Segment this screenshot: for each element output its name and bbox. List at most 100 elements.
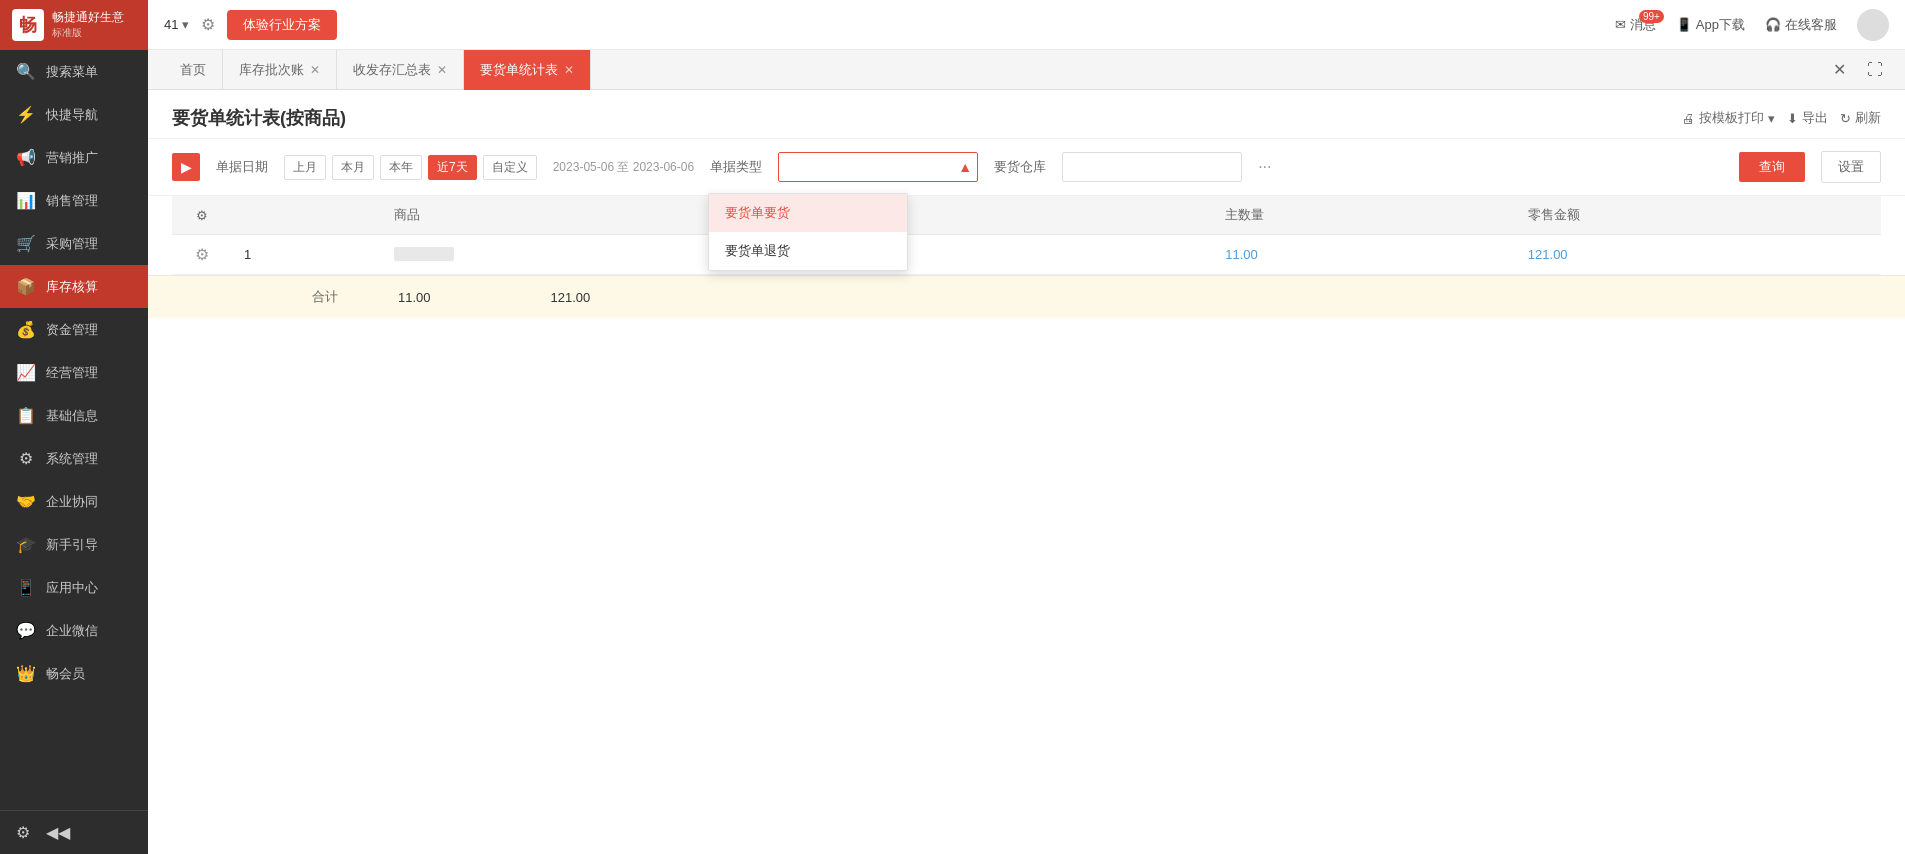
tab-0[interactable]: 首页 <box>164 50 223 90</box>
store-number: 41 <box>164 17 178 32</box>
this-year-button[interactable]: 本年 <box>380 155 422 180</box>
message-icon: ✉ <box>1615 17 1626 32</box>
print-icon: 🖨 <box>1682 111 1695 126</box>
online-service-button[interactable]: 🎧 在线客服 <box>1765 16 1837 34</box>
settings-icon[interactable]: ⚙ <box>16 823 30 842</box>
type-input[interactable] <box>778 152 978 182</box>
footer-amount: 121.00 <box>491 290 651 305</box>
sidebar-scroll: 🔍 搜索菜单 ⚡ 快捷导航 📢 营销推广 📊 销售管理 🛒 采购管理 📦 库存核… <box>0 50 148 810</box>
filter-settings-button[interactable]: 设置 <box>1821 151 1881 183</box>
sidebar-item-icon-3: 📊 <box>16 191 36 210</box>
sidebar-item-label-2: 营销推广 <box>46 149 98 167</box>
tabs-actions: ✕ ⛶ <box>1825 56 1889 84</box>
dropdown-item-0[interactable]: 要货单要货 <box>709 194 907 232</box>
app-download-button[interactable]: 📱 App下载 <box>1676 16 1745 34</box>
fullscreen-icon[interactable]: ⛶ <box>1861 56 1889 84</box>
row-quantity-0[interactable]: 11.00 <box>1213 235 1516 275</box>
7days-button[interactable]: 近7天 <box>428 155 477 180</box>
export-label: 导出 <box>1802 109 1828 127</box>
message-badge: 99+ <box>1639 10 1664 23</box>
sidebar-item-label-10: 企业协同 <box>46 493 98 511</box>
sidebar-item-5[interactable]: 📦 库存核算 <box>0 265 148 308</box>
type-filter-label: 单据类型 <box>710 158 762 176</box>
topbar-right: ✉ 消息 99+ 📱 App下载 🎧 在线客服 <box>1615 9 1889 41</box>
tab-close-1[interactable]: ✕ <box>310 63 320 77</box>
sidebar: 畅 畅捷通好生意 标准版 🔍 搜索菜单 ⚡ 快捷导航 📢 营销推广 📊 销售管理… <box>0 0 148 854</box>
sidebar-item-label-12: 应用中心 <box>46 579 98 597</box>
sidebar-item-7[interactable]: 📈 经营管理 <box>0 351 148 394</box>
sidebar-item-icon-9: ⚙ <box>16 449 36 468</box>
tab-label-1: 库存批次账 <box>239 61 304 79</box>
table-footer: 合计 11.00 121.00 <box>148 275 1905 318</box>
sidebar-item-14[interactable]: 👑 畅会员 <box>0 652 148 695</box>
sidebar-item-8[interactable]: 📋 基础信息 <box>0 394 148 437</box>
footer-total-label: 合计 <box>172 288 338 306</box>
content-area: 要货单统计表(按商品) 🖨 按模板打印 ▾ ⬇ 导出 ↻ 刷新 ▶ <box>148 90 1905 854</box>
last-month-button[interactable]: 上月 <box>284 155 326 180</box>
sidebar-item-0[interactable]: 🔍 搜索菜单 <box>0 50 148 93</box>
sidebar-item-3[interactable]: 📊 销售管理 <box>0 179 148 222</box>
sidebar-item-6[interactable]: 💰 资金管理 <box>0 308 148 351</box>
trial-button[interactable]: 体验行业方案 <box>227 10 337 40</box>
sidebar-item-13[interactable]: 💬 企业微信 <box>0 609 148 652</box>
sidebar-item-1[interactable]: ⚡ 快捷导航 <box>0 93 148 136</box>
tab-close-3[interactable]: ✕ <box>564 63 574 77</box>
table-header-row: ⚙ 商品 主计量单位 主数量 零售金额 <box>172 196 1881 235</box>
refresh-button[interactable]: ↻ 刷新 <box>1840 109 1881 127</box>
row-index-0: 1 <box>232 235 382 275</box>
topbar: 41 ▾ ⚙ 体验行业方案 ✉ 消息 99+ 📱 App下载 🎧 在线客服 <box>148 0 1905 50</box>
query-button[interactable]: 查询 <box>1739 152 1805 182</box>
export-button[interactable]: ⬇ 导出 <box>1787 109 1828 127</box>
page-actions: 🖨 按模板打印 ▾ ⬇ 导出 ↻ 刷新 <box>1682 109 1881 127</box>
tab-close-2[interactable]: ✕ <box>437 63 447 77</box>
settings-col-header[interactable]: ⚙ <box>172 196 232 235</box>
sidebar-item-9[interactable]: ⚙ 系统管理 <box>0 437 148 480</box>
tab-label-0: 首页 <box>180 61 206 79</box>
sidebar-item-12[interactable]: 📱 应用中心 <box>0 566 148 609</box>
headset-icon: 🎧 <box>1765 17 1781 32</box>
table-wrapper: ⚙ 商品 主计量单位 主数量 零售金额 ⚙ 1 商品名称 块 11.00 121… <box>148 196 1905 275</box>
page-title: 要货单统计表(按商品) <box>172 106 346 130</box>
sidebar-item-4[interactable]: 🛒 采购管理 <box>0 222 148 265</box>
chevron-down-icon: ▾ <box>182 17 189 32</box>
row-amount-0[interactable]: 121.00 <box>1516 235 1881 275</box>
dropdown-item-1[interactable]: 要货单退货 <box>709 232 907 270</box>
sidebar-item-icon-8: 📋 <box>16 406 36 425</box>
topbar-gear-icon[interactable]: ⚙ <box>201 15 215 34</box>
tab-2[interactable]: 收发存汇总表 ✕ <box>337 50 464 90</box>
filter-more-icon[interactable]: ··· <box>1258 158 1271 176</box>
print-button[interactable]: 🖨 按模板打印 ▾ <box>1682 109 1775 127</box>
tab-1[interactable]: 库存批次账 ✕ <box>223 50 337 90</box>
app-version: 标准版 <box>52 26 124 40</box>
sidebar-item-icon-14: 👑 <box>16 664 36 683</box>
sidebar-item-label-11: 新手引导 <box>46 536 98 554</box>
sidebar-item-icon-7: 📈 <box>16 363 36 382</box>
sidebar-item-label-14: 畅会员 <box>46 665 85 683</box>
sidebar-item-2[interactable]: 📢 营销推广 <box>0 136 148 179</box>
date-range-display: 2023-05-06 至 2023-06-06 <box>553 159 694 176</box>
refresh-label: 刷新 <box>1855 109 1881 127</box>
user-avatar[interactable] <box>1857 9 1889 41</box>
message-button[interactable]: ✉ 消息 99+ <box>1615 16 1656 34</box>
row-settings-0[interactable]: ⚙ <box>172 235 232 275</box>
quantity-col-header: 主数量 <box>1213 196 1516 235</box>
sidebar-item-label-13: 企业微信 <box>46 622 98 640</box>
sidebar-header: 畅 畅捷通好生意 标准版 <box>0 0 148 50</box>
sidebar-item-11[interactable]: 🎓 新手引导 <box>0 523 148 566</box>
tab-3[interactable]: 要货单统计表✕ <box>464 50 591 90</box>
tab-label-2: 收发存汇总表 <box>353 61 431 79</box>
sidebar-item-icon-13: 💬 <box>16 621 36 640</box>
sidebar-item-label-0: 搜索菜单 <box>46 63 98 81</box>
store-selector[interactable]: 41 ▾ <box>164 17 189 32</box>
close-all-icon[interactable]: ✕ <box>1825 56 1853 84</box>
data-table: ⚙ 商品 主计量单位 主数量 零售金额 ⚙ 1 商品名称 块 11.00 121… <box>172 196 1881 275</box>
warehouse-input[interactable] <box>1062 152 1242 182</box>
sidebar-item-10[interactable]: 🤝 企业协同 <box>0 480 148 523</box>
amount-col-header: 零售金额 <box>1516 196 1881 235</box>
this-month-button[interactable]: 本月 <box>332 155 374 180</box>
sidebar-item-label-8: 基础信息 <box>46 407 98 425</box>
footer-quantity: 11.00 <box>338 290 491 305</box>
collapse-icon[interactable]: ◀◀ <box>46 823 70 842</box>
custom-button[interactable]: 自定义 <box>483 155 537 180</box>
filter-expand-button[interactable]: ▶ <box>172 153 200 181</box>
